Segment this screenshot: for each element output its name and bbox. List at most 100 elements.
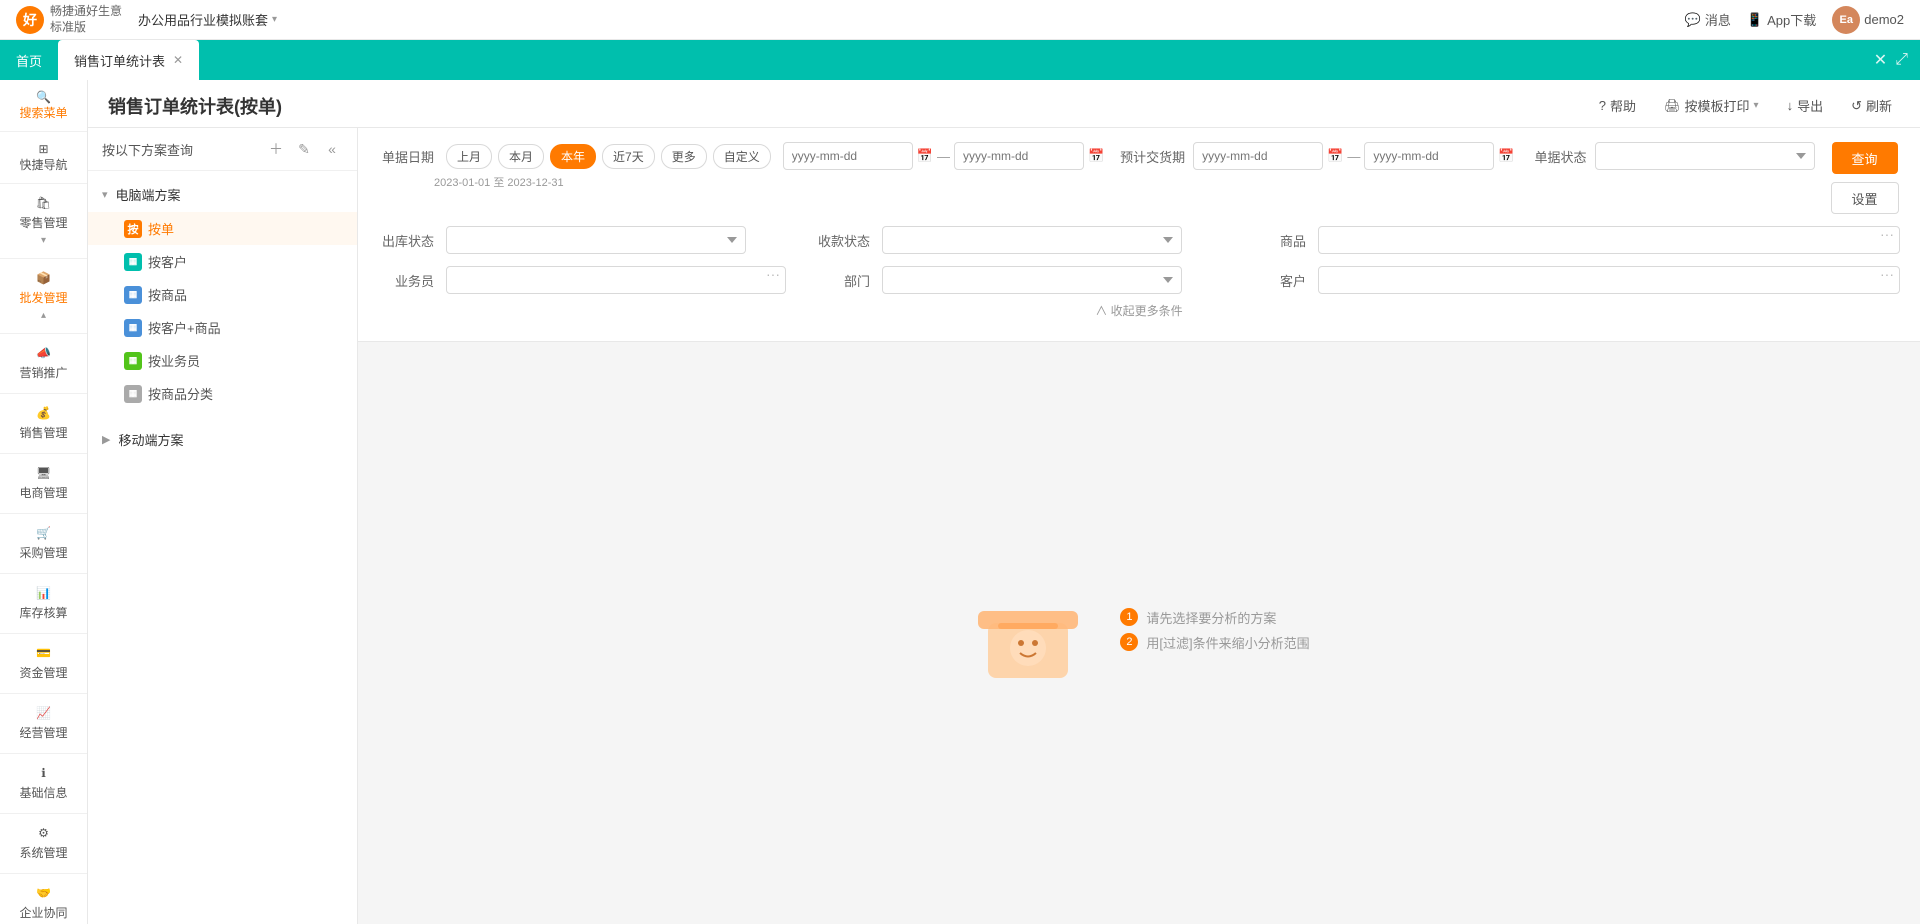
- purchase-icon: 🛒: [36, 526, 51, 540]
- export-button[interactable]: ↓ 导出: [1779, 92, 1832, 119]
- tree-child-by-category[interactable]: ▦ 按商品分类: [88, 377, 357, 410]
- department-select[interactable]: [882, 266, 1182, 294]
- pc-section: ▾ 电脑端方案 按 按单 ▦ 按客户 ▦ 按商品: [88, 171, 357, 416]
- date-btn-this-month[interactable]: 本月: [498, 144, 544, 169]
- ship-status-select[interactable]: [446, 226, 746, 254]
- sidebar-item-company[interactable]: 🤝 企业协同: [0, 874, 87, 924]
- tree-parent-mobile[interactable]: ▶ 移动端方案: [88, 422, 357, 457]
- ship-status-label: 出库状态: [378, 231, 434, 250]
- sidebar-item-retail[interactable]: 🛍 零售管理 ▾: [0, 184, 87, 259]
- tree-child-by-cust-prod[interactable]: ▦ 按客户+商品: [88, 311, 357, 344]
- calendar-from-icon[interactable]: 📅: [917, 148, 933, 164]
- sidebar-item-purchase[interactable]: 🛒 采购管理: [0, 514, 87, 574]
- message-icon: 💬: [1685, 12, 1701, 28]
- product-more-icon[interactable]: ···: [1880, 226, 1894, 242]
- print-button[interactable]: 🖨 按模板打印 ▾: [1656, 92, 1767, 119]
- mobile-section-label: 移动端方案: [118, 430, 183, 449]
- single-status-select[interactable]: [1595, 142, 1815, 170]
- tab-close-all-icon[interactable]: ✕: [1874, 50, 1887, 70]
- retail-icon: 🛍: [36, 196, 51, 210]
- tab-home[interactable]: 首页: [0, 40, 58, 80]
- sidebar-marketing-label: 营销推广: [19, 364, 67, 381]
- date-btn-7days[interactable]: 近7天: [602, 144, 655, 169]
- sidebar-item-operations[interactable]: 📈 经营管理: [0, 694, 87, 754]
- edit-scheme-button[interactable]: ✎: [293, 138, 315, 160]
- sidebar-item-marketing[interactable]: 📣 营销推广: [0, 334, 87, 394]
- date-to-input[interactable]: [954, 142, 1084, 170]
- sidebar-item-sales[interactable]: 💰 销售管理: [0, 394, 87, 454]
- chevron-icon: ▾: [41, 235, 46, 246]
- hint-text-1: 请先选择要分析的方案: [1146, 608, 1276, 627]
- sidebar-quick-nav[interactable]: ⊞ 快捷导航: [0, 132, 87, 184]
- filter-area: 单据日期 上月 本月 本年 近7天 更多 自定义: [358, 128, 1920, 342]
- tab-sales-order[interactable]: 销售订单统计表 ✕: [58, 40, 199, 80]
- sidebar-item-wholesale[interactable]: 📦 批发管理 ▴: [0, 259, 87, 334]
- print-chevron-icon: ▾: [1754, 100, 1759, 111]
- add-scheme-button[interactable]: ＋: [265, 138, 287, 160]
- collapse-up-icon: ∧: [1095, 304, 1110, 318]
- message-label: 消息: [1705, 10, 1731, 29]
- date-from-input[interactable]: [783, 142, 913, 170]
- salesperson-input[interactable]: [446, 266, 786, 294]
- date-btn-last-month[interactable]: 上月: [446, 144, 492, 169]
- export-icon: ↓: [1787, 98, 1794, 113]
- user-area[interactable]: Ea demo2: [1832, 6, 1904, 34]
- customer-label: 客户: [1250, 271, 1306, 290]
- refresh-button[interactable]: ↺ 刷新: [1843, 92, 1900, 119]
- by-product-label: 按商品: [148, 285, 187, 304]
- sidebar-item-system[interactable]: ⚙ 系统管理: [0, 814, 87, 874]
- query-button[interactable]: 查询: [1832, 142, 1898, 174]
- message-action[interactable]: 💬 消息: [1685, 10, 1731, 29]
- mobile-section: ▶ 移动端方案: [88, 416, 357, 463]
- customer-input[interactable]: [1318, 266, 1900, 294]
- date-btn-custom[interactable]: 自定义: [713, 144, 771, 169]
- calendar-to-icon[interactable]: 📅: [1088, 148, 1104, 164]
- system-icon: ⚙: [38, 826, 49, 840]
- tree-child-by-order[interactable]: 按 按单: [88, 212, 357, 245]
- main-layout: 🔍 搜索菜单 ⊞ 快捷导航 🛍 零售管理 ▾ 📦 批发管理 ▴ 📣 营销推广 💰…: [0, 80, 1920, 924]
- page-title: 销售订单统计表(按单): [108, 93, 282, 119]
- download-label: App下载: [1767, 10, 1816, 29]
- calendar-exp-from-icon[interactable]: 📅: [1327, 148, 1343, 164]
- tree-parent-pc[interactable]: ▾ 电脑端方案: [88, 177, 357, 212]
- payment-status-label: 收款状态: [814, 231, 870, 250]
- marketing-icon: 📣: [36, 346, 51, 360]
- sidebar-item-ecommerce[interactable]: 🖥 电商管理: [0, 454, 87, 514]
- tab-close-icon[interactable]: ✕: [173, 53, 183, 67]
- pc-section-label: 电脑端方案: [116, 185, 181, 204]
- sidebar-item-basic[interactable]: ℹ 基础信息: [0, 754, 87, 814]
- empty-svg: [968, 573, 1088, 693]
- tab-expand-icon[interactable]: ⤢: [1895, 51, 1908, 69]
- customer-more-icon[interactable]: ···: [1880, 266, 1894, 282]
- chevron-icon-2: ▴: [41, 310, 46, 321]
- sidebar-search[interactable]: 🔍 搜索菜单: [0, 80, 87, 132]
- left-panel-actions: ＋ ✎ «: [265, 138, 343, 160]
- sidebar-item-stock[interactable]: 📊 库存核算: [0, 574, 87, 634]
- expected-date-to-input[interactable]: [1364, 142, 1494, 170]
- app-selector[interactable]: 办公用品行业模拟账套 ▾: [130, 6, 285, 33]
- date-btn-this-year[interactable]: 本年: [550, 144, 596, 169]
- tree-child-by-customer[interactable]: ▦ 按客户: [88, 245, 357, 278]
- date-label: 单据日期: [378, 147, 434, 166]
- salesperson-more-icon[interactable]: ···: [766, 266, 780, 282]
- sidebar-company-label: 企业协同: [19, 904, 67, 921]
- date-btn-more[interactable]: 更多: [661, 144, 707, 169]
- sidebar-item-finance[interactable]: 💳 资金管理: [0, 634, 87, 694]
- wholesale-icon: 📦: [36, 271, 51, 285]
- download-action[interactable]: 📱 App下载: [1747, 10, 1816, 29]
- finance-icon: 💳: [36, 646, 51, 660]
- product-input[interactable]: [1318, 226, 1900, 254]
- help-button[interactable]: ? 帮助: [1591, 92, 1644, 119]
- payment-status-select[interactable]: [882, 226, 1182, 254]
- by-customer-icon: ▦: [124, 253, 142, 271]
- settings-button[interactable]: 设置: [1831, 182, 1899, 214]
- hint-num-2: 2: [1120, 633, 1138, 651]
- collapse-panel-button[interactable]: «: [321, 138, 343, 160]
- tree-child-by-product[interactable]: ▦ 按商品: [88, 278, 357, 311]
- expected-date-from-input[interactable]: [1193, 142, 1323, 170]
- product-label: 商品: [1250, 231, 1306, 250]
- by-order-icon: 按: [124, 220, 142, 238]
- collapse-row[interactable]: ∧ 收起更多条件: [378, 294, 1900, 327]
- calendar-exp-to-icon[interactable]: 📅: [1498, 148, 1514, 164]
- tree-child-by-salesperson[interactable]: ▦ 按业务员: [88, 344, 357, 377]
